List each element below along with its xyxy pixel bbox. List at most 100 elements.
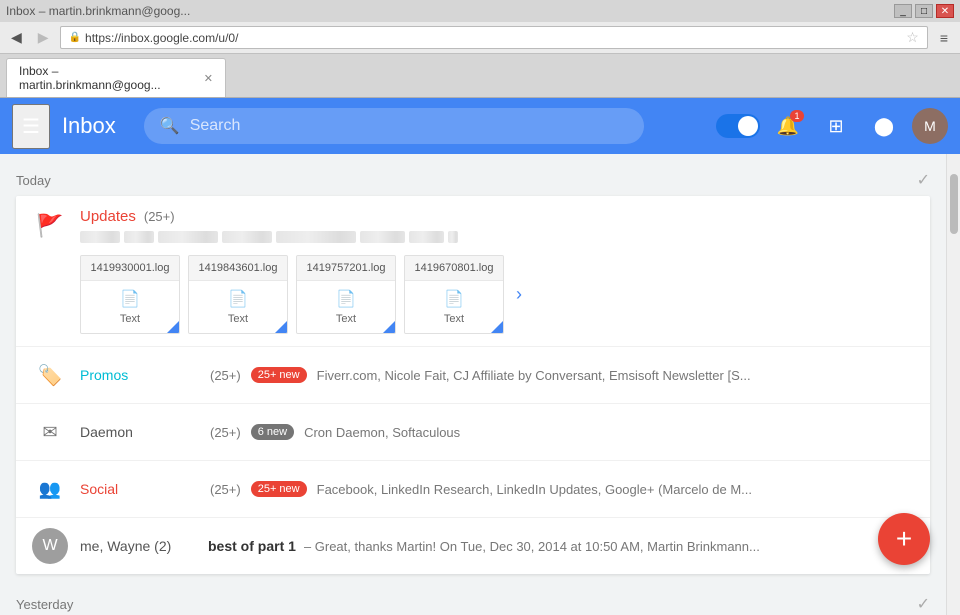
updates-bundle-info: Updates (25+) bbox=[80, 208, 914, 334]
section-check-icon[interactable]: ✓ bbox=[917, 170, 930, 190]
daemon-envelope-icon: ✉ bbox=[32, 414, 68, 450]
compose-fab-button[interactable]: + bbox=[878, 513, 930, 565]
attachments-preview: 1419930001.log 📄 Text 1419843601.log bbox=[80, 255, 914, 334]
attach-corner-0 bbox=[167, 321, 179, 333]
daemon-senders: Cron Daemon, Softaculous bbox=[304, 425, 460, 440]
social-content: Social (25+) 25+ new Facebook, LinkedIn … bbox=[80, 481, 914, 497]
updates-flag-icon: 🚩 bbox=[32, 208, 68, 244]
search-bar[interactable]: 🔍 bbox=[144, 108, 644, 144]
daemon-count: (25+) bbox=[210, 425, 241, 440]
doc-icon-3: 📄 bbox=[444, 289, 464, 309]
tab-title: Inbox – martin.brinkmann@goog... bbox=[19, 64, 198, 92]
avatar-initials: M bbox=[924, 118, 936, 134]
address-bar[interactable]: 🔒 https://inbox.google.com/u/0/ ☆ bbox=[60, 26, 928, 49]
wayne-avatar-letter: W bbox=[42, 537, 57, 555]
attachment-filename-3: 1419670801.log bbox=[405, 256, 503, 281]
promos-new-badge: 25+ new bbox=[251, 367, 307, 383]
updates-row[interactable]: 🚩 Updates (25+) bbox=[16, 196, 930, 347]
circle-button[interactable]: ⬤ bbox=[864, 106, 904, 146]
social-row[interactable]: 👥 Social (25+) 25+ new Facebook, LinkedI… bbox=[16, 461, 930, 518]
wayne-avatar: W bbox=[32, 528, 68, 564]
daemon-row[interactable]: ✉ Daemon (25+) 6 new Cron Daemon, Softac… bbox=[16, 404, 930, 461]
tab-bar: Inbox – martin.brinkmann@goog... ✕ bbox=[0, 54, 960, 97]
promos-senders: Fiverr.com, Nicole Fait, CJ Affiliate by… bbox=[317, 368, 751, 383]
attachment-card-1[interactable]: 1419843601.log 📄 Text bbox=[188, 255, 288, 334]
doc-icon-1: 📄 bbox=[228, 289, 248, 309]
window-controls: _ □ ✕ bbox=[894, 4, 954, 18]
attachment-card-2[interactable]: 1419757201.log 📄 Text bbox=[296, 255, 396, 334]
today-label: Today bbox=[16, 173, 51, 188]
yesterday-check-icon[interactable]: ✓ bbox=[917, 594, 930, 614]
inbox-toggle[interactable] bbox=[716, 114, 760, 138]
more-attachments-indicator: › bbox=[512, 255, 526, 334]
url-text: https://inbox.google.com/u/0/ bbox=[85, 31, 238, 45]
notifications-button[interactable]: 🔔 1 bbox=[768, 106, 808, 146]
attachment-type-1: Text bbox=[228, 313, 248, 325]
attachment-card-0[interactable]: 1419930001.log 📄 Text bbox=[80, 255, 180, 334]
attachment-preview-0: 📄 Text bbox=[81, 281, 179, 333]
browser-menu-button[interactable]: ≡ bbox=[934, 28, 954, 48]
flag-icon: 🚩 bbox=[36, 213, 63, 239]
user-avatar[interactable]: M bbox=[912, 108, 948, 144]
apps-grid-button[interactable]: ⊞ bbox=[816, 106, 856, 146]
close-button[interactable]: ✕ bbox=[936, 4, 954, 18]
attachment-preview-3: 📄 Text bbox=[405, 281, 503, 333]
attachment-filename-2: 1419757201.log bbox=[297, 256, 395, 281]
active-tab[interactable]: Inbox – martin.brinkmann@goog... ✕ bbox=[6, 58, 226, 97]
attachment-preview-1: 📄 Text bbox=[189, 281, 287, 333]
social-people-icon: 👥 bbox=[39, 479, 61, 500]
attachment-filename-1: 1419843601.log bbox=[189, 256, 287, 281]
browser-toolbar: ◀ ▶ 🔒 https://inbox.google.com/u/0/ ☆ ≡ bbox=[0, 22, 960, 54]
scrollbar[interactable] bbox=[946, 154, 960, 615]
bookmark-star-icon[interactable]: ☆ bbox=[906, 29, 919, 46]
yesterday-section: Yesterday ✓ bbox=[16, 582, 930, 615]
promos-title: Promos bbox=[80, 367, 200, 383]
attachment-filename-0: 1419930001.log bbox=[81, 256, 179, 281]
back-button[interactable]: ◀ bbox=[6, 27, 27, 48]
me-wayne-row[interactable]: W me, Wayne (2) best of part 1 – Great, … bbox=[16, 518, 930, 574]
social-icon-wrap: 👥 bbox=[32, 471, 68, 507]
scroll-thumb[interactable] bbox=[950, 174, 958, 234]
forward-button[interactable]: ▶ bbox=[33, 27, 54, 48]
social-senders: Facebook, LinkedIn Research, LinkedIn Up… bbox=[317, 482, 752, 497]
me-snippet: – Great, thanks Martin! On Tue, Dec 30, … bbox=[304, 539, 760, 554]
me-row-content: me, Wayne (2) best of part 1 – Great, th… bbox=[80, 538, 914, 554]
top-navigation: ☰ Inbox 🔍 🔔 1 ⊞ ⬤ M bbox=[0, 98, 960, 154]
attach-corner-3 bbox=[491, 321, 503, 333]
doc-icon-2: 📄 bbox=[336, 289, 356, 309]
updates-count: (25+) bbox=[144, 209, 175, 224]
main-content: Today ✓ 🚩 Updates (25+) bbox=[0, 154, 960, 615]
updates-title: Updates bbox=[80, 208, 136, 225]
updates-preview-text bbox=[80, 231, 914, 247]
attach-corner-1 bbox=[275, 321, 287, 333]
minimize-button[interactable]: _ bbox=[894, 4, 912, 18]
notification-badge: 1 bbox=[790, 110, 804, 122]
today-section-header: Today ✓ bbox=[16, 166, 930, 196]
promos-tag-icon: 🏷️ bbox=[32, 357, 68, 393]
maximize-button[interactable]: □ bbox=[915, 4, 933, 18]
search-input[interactable] bbox=[190, 117, 628, 135]
attachment-card-3[interactable]: 1419670801.log 📄 Text bbox=[404, 255, 504, 334]
promos-count: (25+) bbox=[210, 368, 241, 383]
updates-bundle-card: 🚩 Updates (25+) bbox=[16, 196, 930, 574]
doc-icon-0: 📄 bbox=[120, 289, 140, 309]
tab-close-button[interactable]: ✕ bbox=[204, 72, 213, 85]
promos-row[interactable]: 🏷️ Promos (25+) 25+ new Fiverr.com, Nico… bbox=[16, 347, 930, 404]
attachment-preview-2: 📄 Text bbox=[297, 281, 395, 333]
me-senders: me, Wayne (2) bbox=[80, 538, 200, 554]
browser-title-text: Inbox – martin.brinkmann@goog... bbox=[6, 4, 190, 18]
updates-title-row: Updates (25+) bbox=[80, 208, 914, 225]
attachment-type-3: Text bbox=[444, 313, 464, 325]
ssl-lock-icon: 🔒 bbox=[69, 32, 81, 43]
social-title: Social bbox=[80, 481, 200, 497]
daemon-title: Daemon bbox=[80, 424, 200, 440]
compose-plus-icon: + bbox=[896, 523, 912, 555]
social-count: (25+) bbox=[210, 482, 241, 497]
yesterday-section-header: Yesterday ✓ bbox=[16, 590, 930, 615]
hamburger-menu-button[interactable]: ☰ bbox=[12, 104, 50, 149]
content-area: Today ✓ 🚩 Updates (25+) bbox=[0, 154, 946, 615]
daemon-content: Daemon (25+) 6 new Cron Daemon, Softacul… bbox=[80, 424, 914, 440]
toggle-knob bbox=[738, 116, 758, 136]
me-subject: best of part 1 bbox=[208, 538, 296, 554]
yesterday-label: Yesterday bbox=[16, 597, 73, 612]
